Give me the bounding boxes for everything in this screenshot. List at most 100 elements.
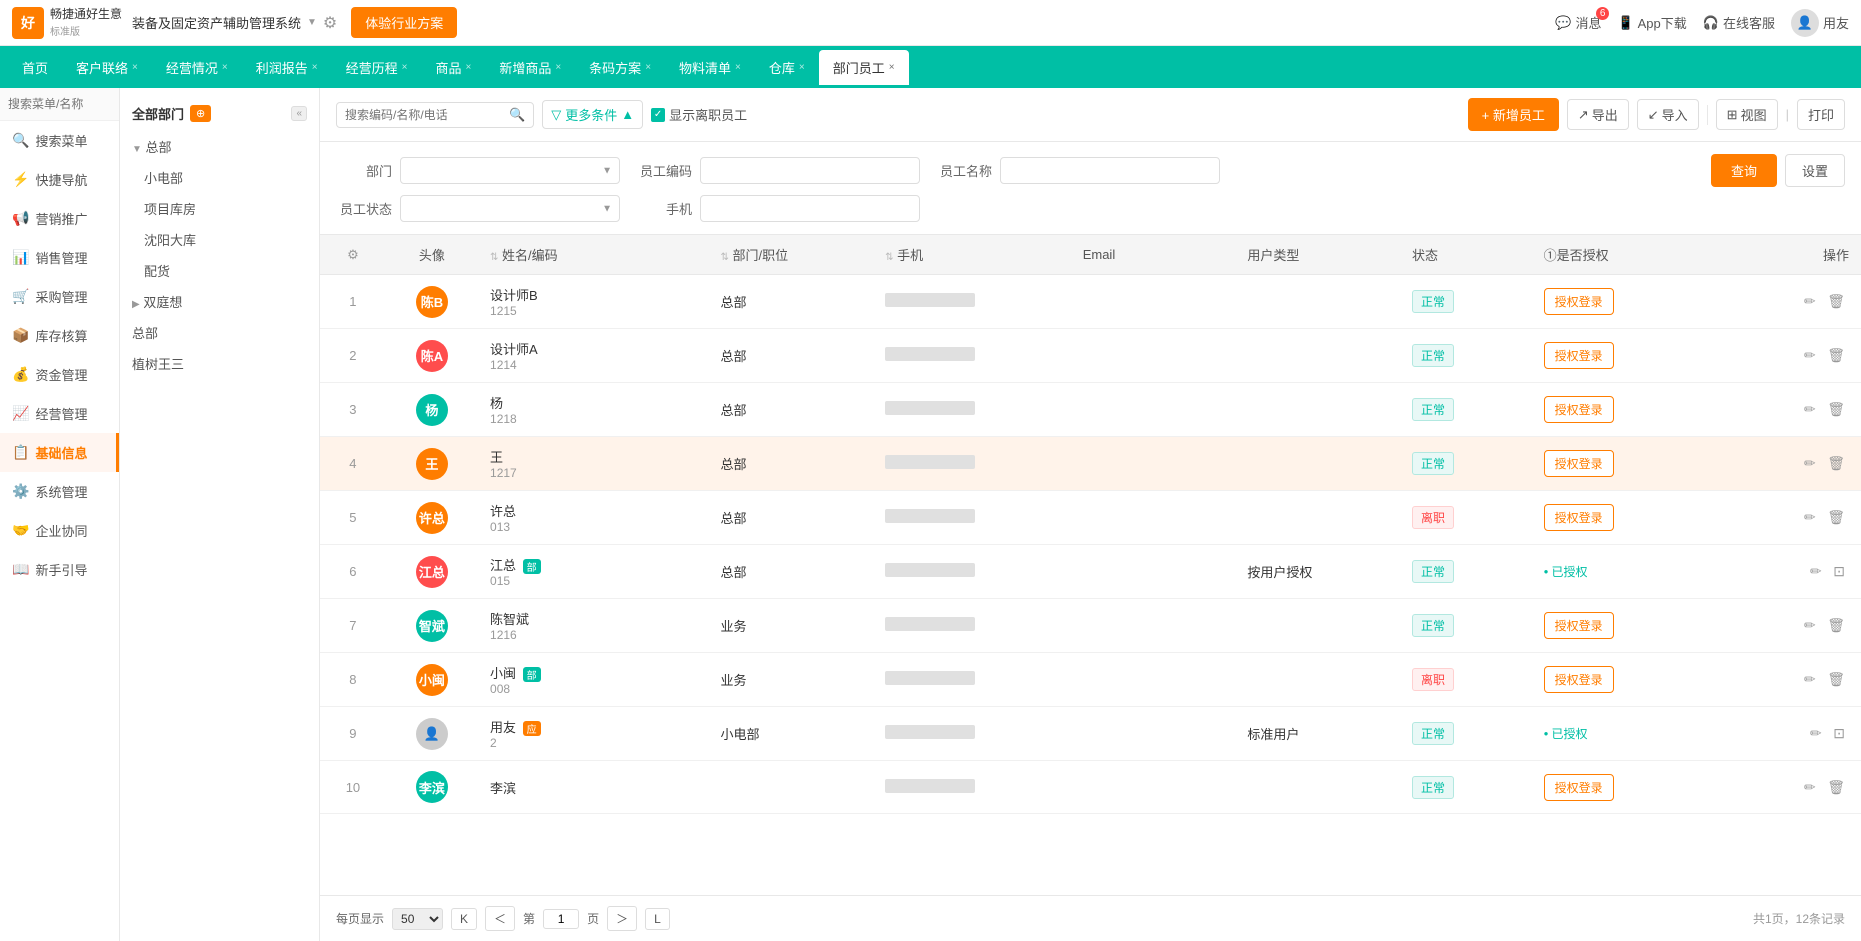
query-button[interactable]: 查询 — [1711, 154, 1777, 187]
dept-node-zongbu[interactable]: 总部 — [120, 317, 319, 348]
user-btn[interactable]: 👤 用友 — [1791, 9, 1849, 37]
tab-warehouse[interactable]: 仓库× — [755, 50, 819, 85]
auth-button[interactable]: 授权登录 — [1544, 612, 1614, 639]
sidebar-item-guide[interactable]: 📖新手引导 — [0, 550, 119, 589]
gear-icon[interactable]: ⚙ — [323, 13, 337, 33]
auth-button[interactable]: 授权登录 — [1544, 450, 1614, 477]
tab-close-profit[interactable]: × — [312, 62, 318, 73]
online-service-btn[interactable]: 🎧 在线客服 — [1703, 13, 1775, 32]
edit-button[interactable]: ✏ — [1800, 399, 1820, 420]
dept-node-child-project[interactable]: 项目库房 — [120, 193, 319, 224]
tab-close-barcode[interactable]: × — [645, 62, 651, 73]
tab-close-business[interactable]: × — [222, 62, 228, 73]
tab-close-add-goods[interactable]: × — [555, 62, 561, 73]
edit-button[interactable]: ✏ — [1806, 723, 1826, 744]
filter-status-select[interactable]: 正常 离职 — [400, 195, 620, 222]
sidebar-item-inventory[interactable]: 📦库存核算 — [0, 316, 119, 355]
tab-close-history[interactable]: × — [402, 62, 408, 73]
sidebar-item-finance[interactable]: 💰资金管理 — [0, 355, 119, 394]
sidebar-item-purchase[interactable]: 🛒采购管理 — [0, 277, 119, 316]
edit-button[interactable]: ✏ — [1800, 291, 1820, 312]
sidebar-item-system[interactable]: ⚙️系统管理 — [0, 472, 119, 511]
search-input[interactable] — [345, 108, 505, 122]
tab-employees[interactable]: 部门员工× — [819, 50, 909, 85]
sidebar-item-basic[interactable]: 📋基础信息 — [0, 433, 119, 472]
tab-history[interactable]: 经营历程× — [332, 50, 422, 85]
tab-profit[interactable]: 利润报告× — [242, 50, 332, 85]
edit-button[interactable]: ✏ — [1800, 777, 1820, 798]
edit-button[interactable]: ✏ — [1800, 453, 1820, 474]
dept-node-shuangting[interactable]: ▶ 双庭想 — [120, 286, 319, 317]
more-conditions-btn[interactable]: ▽ 更多条件 ▲ — [542, 100, 643, 129]
page-prev-btn[interactable]: ＜ — [485, 906, 515, 931]
tab-bom[interactable]: 物料清单× — [665, 50, 755, 85]
set-button[interactable]: 设置 — [1785, 154, 1845, 187]
tab-close-warehouse[interactable]: × — [799, 62, 805, 73]
dept-node-child-peihou[interactable]: 配货 — [120, 255, 319, 286]
tab-close-employees[interactable]: × — [889, 62, 895, 73]
filter-dept-select[interactable]: 总部 小电部 业务 — [400, 157, 620, 184]
dept-node-zhishu[interactable]: 植树王三 — [120, 348, 319, 379]
page-input[interactable] — [543, 909, 579, 929]
auth-button[interactable]: 授权登录 — [1544, 342, 1614, 369]
tab-customer[interactable]: 客户联络× — [62, 50, 152, 85]
dept-all-label[interactable]: 全部部门 — [132, 104, 184, 123]
tab-business[interactable]: 经营情况× — [152, 50, 242, 85]
delete-button[interactable]: 🗑 — [1823, 291, 1849, 312]
auth-button[interactable]: 授权登录 — [1544, 396, 1614, 423]
auth-button[interactable]: 授权登录 — [1544, 504, 1614, 531]
system-dropdown-icon[interactable]: ▼ — [307, 17, 317, 28]
filter-phone-input[interactable] — [700, 195, 920, 222]
delete-button[interactable]: 🗑 — [1823, 345, 1849, 366]
edit-button[interactable]: ✏ — [1800, 345, 1820, 366]
page-next-btn[interactable]: ＞ — [607, 906, 637, 931]
dept-node-head[interactable]: ▼ 总部 — [120, 131, 319, 162]
dept-collapse-btn[interactable]: « — [291, 106, 307, 121]
edit-button[interactable]: ✏ — [1800, 507, 1820, 528]
th-name[interactable]: ⇅ 姓名/编码 — [478, 235, 708, 275]
auth-button[interactable]: 授权登录 — [1544, 774, 1614, 801]
delete-button[interactable]: 🗑 — [1823, 399, 1849, 420]
auth-button[interactable]: 授权登录 — [1544, 288, 1614, 315]
edit-button[interactable]: ✏ — [1806, 561, 1826, 582]
dept-add-btn[interactable]: ⊕ — [190, 105, 211, 122]
tab-add-goods[interactable]: 新增商品× — [485, 50, 575, 85]
export-button[interactable]: ↗ 导出 — [1567, 99, 1629, 130]
app-download-btn[interactable]: 📱 App下载 — [1617, 13, 1686, 32]
add-employee-button[interactable]: + 新增员工 — [1468, 98, 1559, 131]
filter-emp-name-input[interactable] — [1000, 157, 1220, 184]
delete-button[interactable]: ⊡ — [1829, 561, 1849, 582]
auth-button[interactable]: 授权登录 — [1544, 666, 1614, 693]
tab-close-customer[interactable]: × — [132, 62, 138, 73]
delete-button[interactable]: ⊡ — [1829, 723, 1849, 744]
tab-home[interactable]: 首页 — [8, 50, 62, 85]
delete-button[interactable]: 🗑 — [1823, 453, 1849, 474]
delete-button[interactable]: 🗑 — [1823, 777, 1849, 798]
th-settings[interactable]: ⚙ — [320, 235, 386, 275]
import-button[interactable]: ↙ 导入 — [1637, 99, 1699, 130]
sidebar-item-ops[interactable]: 📈经营管理 — [0, 394, 119, 433]
delete-button[interactable]: 🗑 — [1823, 615, 1849, 636]
sidebar-item-nav[interactable]: ⚡快捷导航 — [0, 160, 119, 199]
th-phone[interactable]: ⇅ 手机 — [873, 235, 1071, 275]
trial-button[interactable]: 体验行业方案 — [351, 7, 457, 38]
sidebar-item-sales[interactable]: 📊销售管理 — [0, 238, 119, 277]
tab-barcode[interactable]: 条码方案× — [575, 50, 665, 85]
view-button[interactable]: ⊞ 视图 — [1716, 99, 1778, 130]
delete-button[interactable]: 🗑 — [1823, 669, 1849, 690]
per-page-select[interactable]: 50 20 100 — [392, 908, 443, 930]
page-first-btn[interactable]: K — [451, 908, 477, 930]
sidebar-search-input[interactable] — [8, 97, 120, 111]
show-resigned-toggle[interactable]: ✓ 显示离职员工 — [651, 105, 747, 124]
print-button[interactable]: 打印 — [1797, 99, 1845, 130]
dept-node-child-xiaodian[interactable]: 小电部 — [120, 162, 319, 193]
sidebar-item-marketing[interactable]: 📢营销推广 — [0, 199, 119, 238]
message-btn[interactable]: 💬 消息 6 — [1555, 13, 1601, 32]
sidebar-item-collab[interactable]: 🤝企业协同 — [0, 511, 119, 550]
tab-goods[interactable]: 商品× — [421, 50, 485, 85]
filter-emp-code-input[interactable] — [700, 157, 920, 184]
th-dept[interactable]: ⇅ 部门/职位 — [709, 235, 874, 275]
edit-button[interactable]: ✏ — [1800, 669, 1820, 690]
tab-close-bom[interactable]: × — [735, 62, 741, 73]
tab-close-goods[interactable]: × — [465, 62, 471, 73]
